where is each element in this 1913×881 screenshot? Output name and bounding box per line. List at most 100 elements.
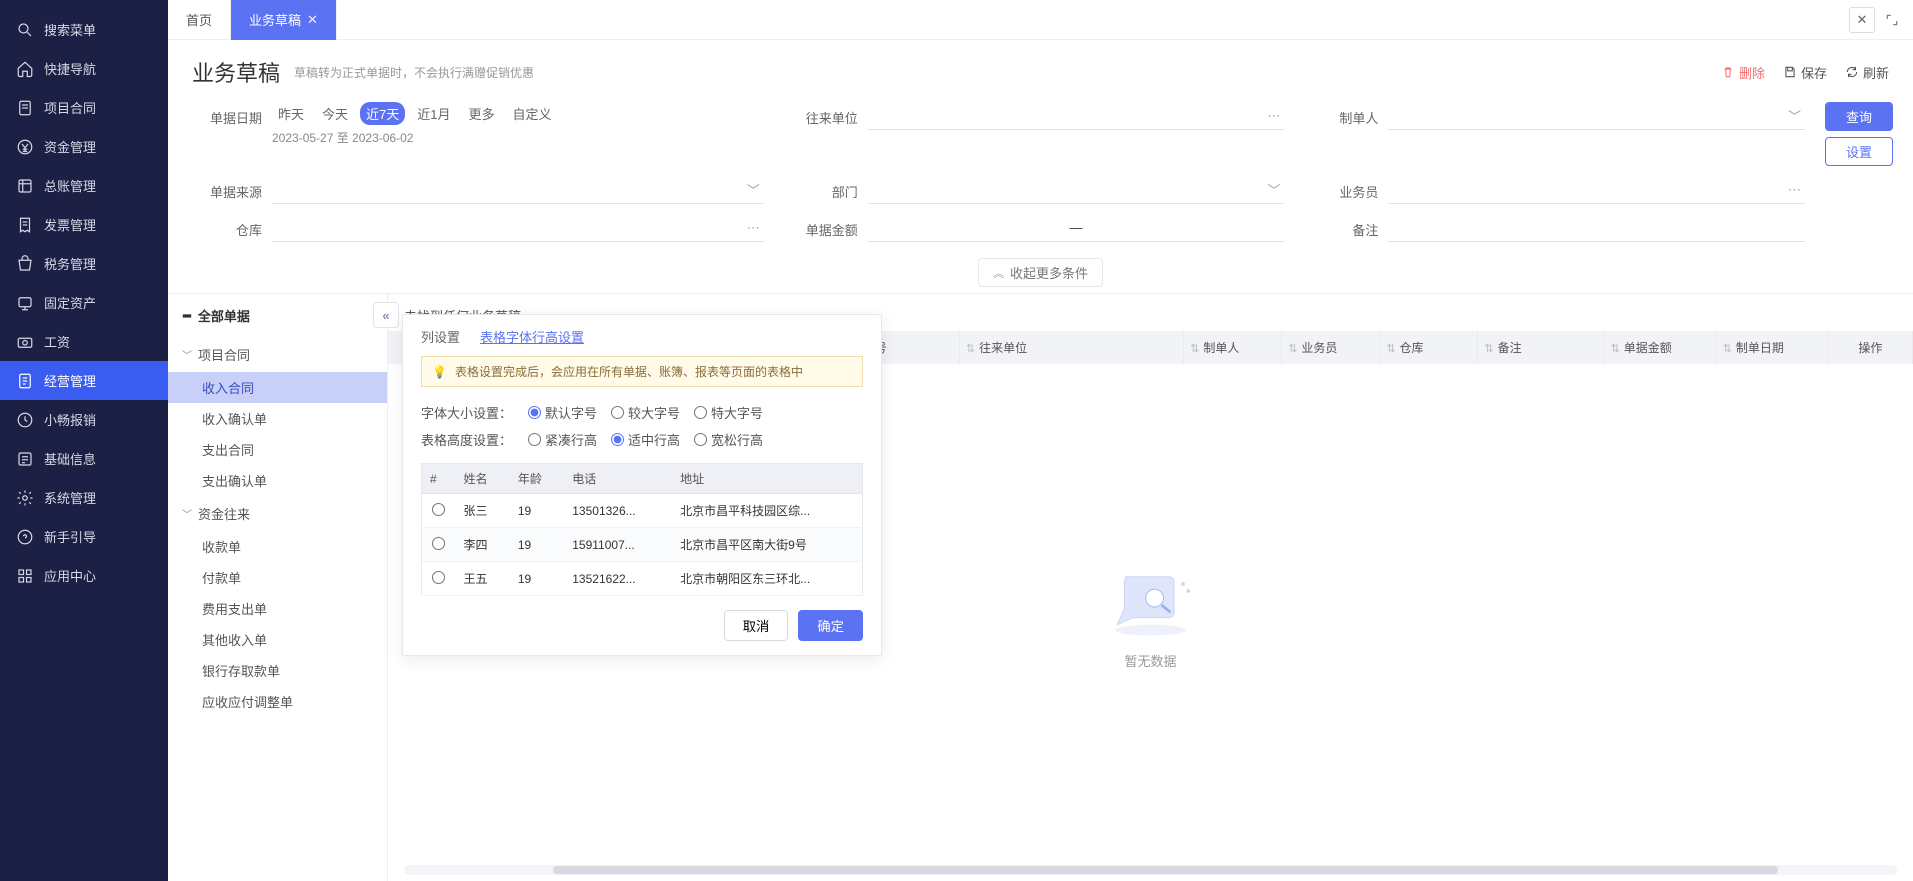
nav-item-apps[interactable]: 应用中心 — [0, 556, 168, 595]
nav-item-salary[interactable]: 工资 — [0, 322, 168, 361]
nav-item-label: 小畅报销 — [44, 410, 96, 429]
modal-tip-text: 表格设置完成后，会应用在所有单据、账簿、报表等页面的表格中 — [455, 363, 803, 380]
row-opt-medium[interactable]: 适中行高 — [611, 430, 680, 449]
nav-item-gear[interactable]: 系统管理 — [0, 478, 168, 517]
remark-input[interactable] — [1388, 214, 1805, 242]
salesman-input[interactable]: ⋯ — [1388, 176, 1805, 204]
sample-header: 电话 — [564, 464, 672, 494]
amount-input[interactable]: — — [868, 214, 1285, 242]
tree-leaf[interactable]: 支出合同 — [168, 434, 387, 465]
tree-leaf[interactable]: 支出确认单 — [168, 465, 387, 496]
sample-age: 19 — [510, 528, 564, 562]
scrollbar-thumb[interactable] — [553, 866, 1777, 874]
save-label: 保存 — [1801, 63, 1827, 82]
date-option[interactable]: 近1月 — [411, 102, 456, 125]
nav-item-info[interactable]: 基础信息 — [0, 439, 168, 478]
column-header[interactable]: ⇅往来单位 — [960, 331, 1184, 364]
nav-item-biz[interactable]: 经营管理 — [0, 361, 168, 400]
row-height-options: 表格高度设置： 紧凑行高 适中行高 宽松行高 — [403, 426, 881, 453]
query-button[interactable]: 查询 — [1825, 102, 1893, 131]
column-header[interactable]: ⇅业务员 — [1282, 331, 1380, 364]
doc-icon — [16, 99, 34, 117]
tree-leaf[interactable]: 付款单 — [168, 562, 387, 593]
modal-tab-font-row[interactable]: 表格字体行高设置 — [480, 327, 584, 346]
maker-select[interactable]: ﹀ — [1388, 102, 1805, 130]
delete-button[interactable]: 删除 — [1721, 63, 1765, 82]
date-option[interactable]: 昨天 — [272, 102, 310, 125]
nav-item-tax[interactable]: 税务管理 — [0, 244, 168, 283]
sample-row-radio[interactable] — [432, 537, 445, 550]
table-settings-modal: 列设置 表格字体行高设置 💡 表格设置完成后，会应用在所有单据、账簿、报表等页面… — [402, 314, 882, 656]
tab-home[interactable]: 首页 — [168, 0, 231, 40]
chevron-down-icon: ﹀ — [182, 506, 192, 521]
sort-icon: ⇅ — [966, 344, 975, 355]
dept-select[interactable]: ﹀ — [868, 176, 1285, 204]
tree-leaf[interactable]: 其他收入单 — [168, 624, 387, 655]
tree-group[interactable]: ﹀项目合同 — [168, 337, 387, 372]
column-header[interactable]: 操作 — [1829, 331, 1913, 364]
sample-row-radio[interactable] — [432, 571, 445, 584]
date-option[interactable]: 今天 — [316, 102, 354, 125]
partner-input[interactable]: ⋯ — [868, 102, 1285, 130]
font-opt-default[interactable]: 默认字号 — [528, 403, 597, 422]
sample-row: 李四 19 15911007... 北京市昌平区南大街9号 — [422, 528, 863, 562]
tax-icon — [16, 255, 34, 273]
font-opt-large[interactable]: 较大字号 — [611, 403, 680, 422]
nav-item-search[interactable]: 搜索菜单 — [0, 10, 168, 49]
tree-leaf[interactable]: 应收应付调整单 — [168, 686, 387, 717]
date-option[interactable]: 近7天 — [360, 102, 405, 125]
tree-leaf[interactable]: 费用支出单 — [168, 593, 387, 624]
column-header[interactable]: ⇅备注 — [1478, 331, 1604, 364]
tree-group[interactable]: ﹀资金往来 — [168, 496, 387, 531]
date-option[interactable]: 自定义 — [507, 102, 558, 125]
asset-icon — [16, 294, 34, 312]
refresh-label: 刷新 — [1863, 63, 1889, 82]
search-icon — [16, 21, 34, 39]
tab-close-icon[interactable]: ✕ — [307, 12, 318, 28]
tree-leaf[interactable]: 收入确认单 — [168, 403, 387, 434]
save-button[interactable]: 保存 — [1783, 63, 1827, 82]
bulb-icon: 💡 — [432, 365, 447, 379]
font-opt-xlarge[interactable]: 特大字号 — [694, 403, 763, 422]
empty-illustration — [1096, 559, 1206, 639]
nav-item-asset[interactable]: 固定资产 — [0, 283, 168, 322]
date-option[interactable]: 更多 — [463, 102, 501, 125]
nav-item-expense[interactable]: 小畅报销 — [0, 400, 168, 439]
refresh-button[interactable]: 刷新 — [1845, 63, 1889, 82]
collapse-filters-button[interactable]: ︽ 收起更多条件 — [978, 258, 1103, 287]
window-close-button[interactable]: ✕ — [1849, 7, 1875, 33]
confirm-button[interactable]: 确定 — [798, 610, 863, 641]
nav-item-invoice[interactable]: 发票管理 — [0, 205, 168, 244]
double-up-icon: ︽ — [993, 265, 1004, 281]
column-header[interactable]: ⇅制单日期 — [1717, 331, 1829, 364]
tab-business-draft[interactable]: 业务草稿 ✕ — [231, 0, 337, 40]
nav-item-money[interactable]: 资金管理 — [0, 127, 168, 166]
tree-leaf[interactable]: 收款单 — [168, 531, 387, 562]
column-header[interactable]: ⇅制单人 — [1184, 331, 1282, 364]
sample-row-radio[interactable] — [432, 503, 445, 516]
filter-warehouse-label: 仓库 — [188, 214, 272, 239]
nav-item-ledger[interactable]: 总账管理 — [0, 166, 168, 205]
tree-leaf[interactable]: 银行存取款单 — [168, 655, 387, 686]
source-select[interactable]: ﹀ — [272, 176, 764, 204]
nav-item-label: 搜索菜单 — [44, 20, 96, 39]
column-header[interactable]: ⇅仓库 — [1380, 331, 1478, 364]
filter-amount-label: 单据金额 — [784, 214, 868, 239]
warehouse-input[interactable]: ⋯ — [272, 214, 764, 242]
nav-item-label: 经营管理 — [44, 371, 96, 390]
tree-leaf[interactable]: 收入合同 — [168, 372, 387, 403]
horizontal-scrollbar[interactable] — [404, 865, 1897, 875]
modal-tab-columns[interactable]: 列设置 — [421, 327, 460, 346]
nav-item-label: 系统管理 — [44, 488, 96, 507]
nav-item-guide[interactable]: 新手引导 — [0, 517, 168, 556]
row-height-label: 表格高度设置： — [421, 430, 512, 449]
chevron-down-icon: ﹀ — [1788, 106, 1801, 125]
nav-item-doc[interactable]: 项目合同 — [0, 88, 168, 127]
settings-button[interactable]: 设置 — [1825, 137, 1893, 166]
row-opt-compact[interactable]: 紧凑行高 — [528, 430, 597, 449]
row-opt-loose[interactable]: 宽松行高 — [694, 430, 763, 449]
fullscreen-button[interactable] — [1879, 7, 1905, 33]
nav-item-home[interactable]: 快捷导航 — [0, 49, 168, 88]
column-header[interactable]: ⇅单据金额 — [1605, 331, 1717, 364]
cancel-button[interactable]: 取消 — [724, 610, 789, 641]
